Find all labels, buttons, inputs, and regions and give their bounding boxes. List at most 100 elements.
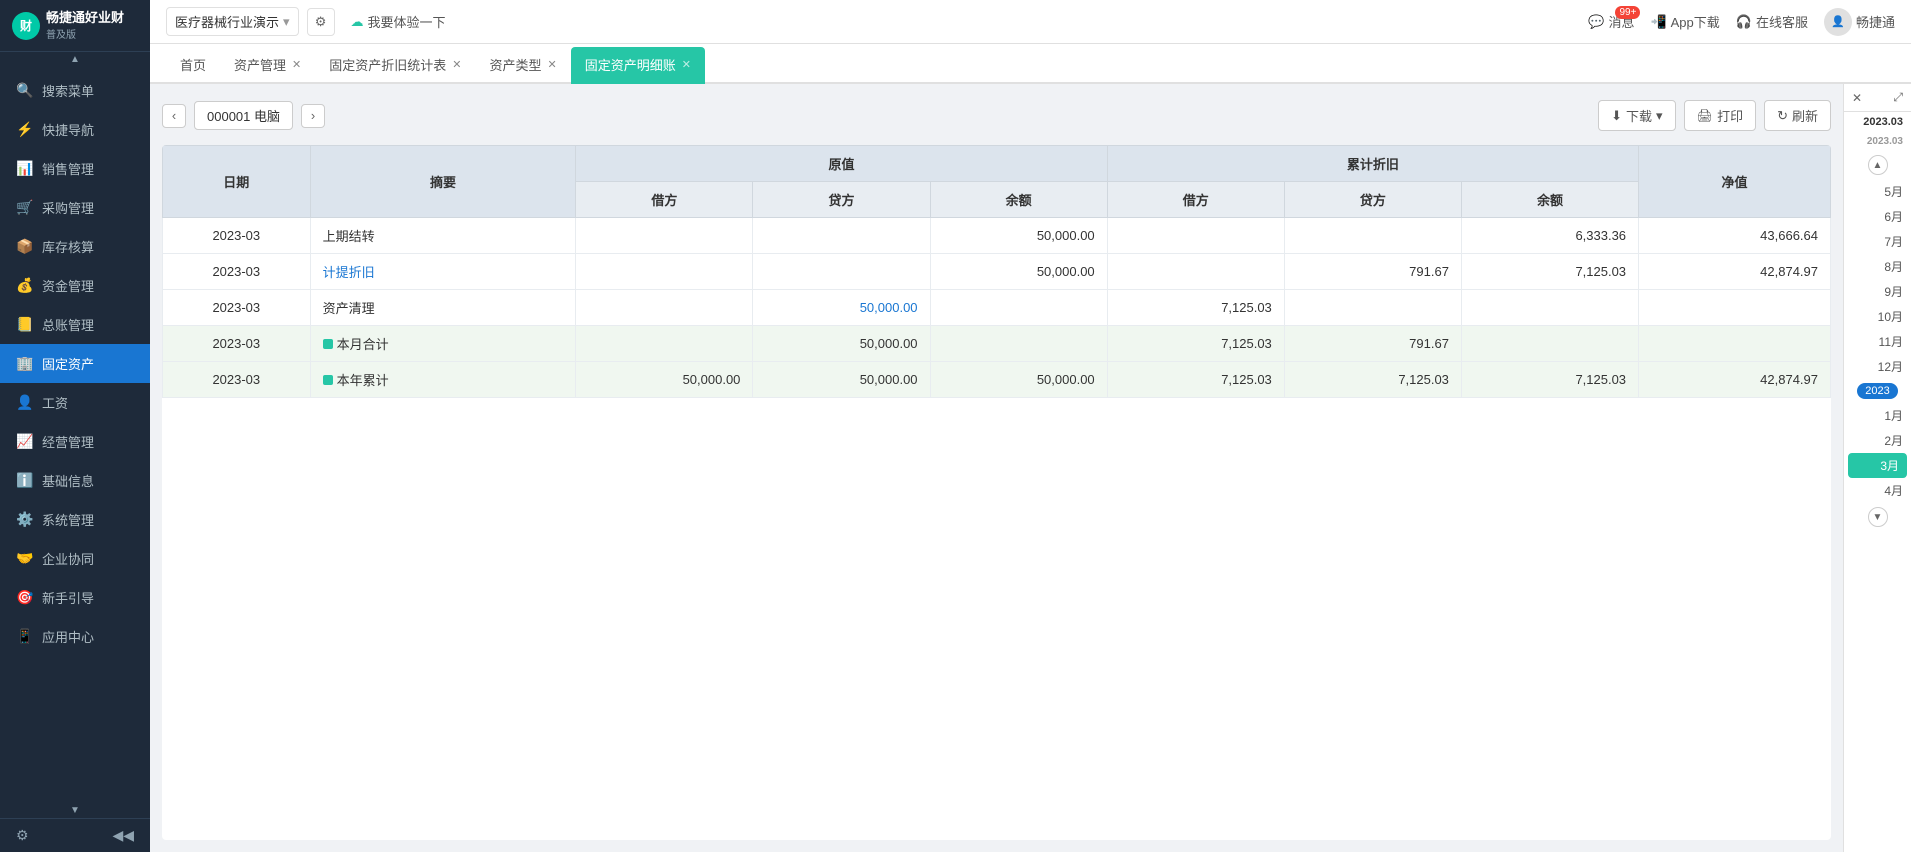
sidebar-item-appcenter[interactable]: 📱 应用中心 bbox=[0, 617, 150, 656]
person-icon: 👤 bbox=[16, 394, 34, 411]
cell-date: 2023-03 bbox=[163, 254, 311, 290]
download-button[interactable]: ⬇ 下载 ▾ bbox=[1598, 100, 1675, 131]
month-label: 8月 bbox=[1884, 258, 1903, 275]
month-item-4[interactable]: 4月 bbox=[1844, 478, 1911, 503]
tab-asset-management[interactable]: 资产管理 ✕ bbox=[220, 47, 315, 84]
month-item-11[interactable]: 11月 bbox=[1844, 329, 1911, 354]
box-icon: 📦 bbox=[16, 238, 34, 255]
month-item-1[interactable]: 1月 bbox=[1844, 403, 1911, 428]
cell-dep-balance: 6,333.36 bbox=[1461, 218, 1638, 254]
sidebar-bottom: ⚙ ◀◀ bbox=[0, 818, 150, 852]
month-item-6[interactable]: 6月 bbox=[1844, 204, 1911, 229]
sidebar-item-ledger[interactable]: 📒 总账管理 bbox=[0, 305, 150, 344]
print-icon: 🖨 bbox=[1697, 108, 1714, 124]
month-scroll-down[interactable]: ▼ bbox=[1868, 507, 1888, 527]
sidebar-item-quicknav[interactable]: ⚡ 快捷导航 bbox=[0, 110, 150, 149]
online-service-button[interactable]: 🎧 在线客服 bbox=[1736, 12, 1808, 31]
sidebar-item-label: 采购管理 bbox=[42, 198, 94, 217]
tab-close-icon[interactable]: ✕ bbox=[548, 58, 557, 71]
logo-text: 畅捷通好业财 bbox=[46, 10, 124, 26]
month-item-9[interactable]: 9月 bbox=[1844, 279, 1911, 304]
col-orig-credit: 贷方 bbox=[753, 182, 930, 218]
sidebar-item-label: 快捷导航 bbox=[42, 120, 94, 139]
tab-label: 资产类型 bbox=[489, 55, 541, 74]
sidebar-item-sales[interactable]: 📊 销售管理 bbox=[0, 149, 150, 188]
cell-orig-debit: 50,000.00 bbox=[576, 362, 753, 398]
gear-icon: ⚙️ bbox=[16, 511, 34, 528]
cell-date: 2023-03 bbox=[163, 326, 311, 362]
month-item-7[interactable]: 7月 bbox=[1844, 229, 1911, 254]
cell-date: 2023-03 bbox=[163, 362, 311, 398]
sidebar-item-basicinfo[interactable]: ℹ️ 基础信息 bbox=[0, 461, 150, 500]
sidebar-item-newbie[interactable]: 🎯 新手引导 bbox=[0, 578, 150, 617]
cell-net-value bbox=[1639, 290, 1831, 326]
sidebar-scroll-up[interactable]: ▲ bbox=[70, 54, 80, 65]
cell-net-value: 42,874.97 bbox=[1639, 254, 1831, 290]
prev-asset-button[interactable]: ‹ bbox=[162, 104, 186, 128]
cell-dep-credit bbox=[1284, 218, 1461, 254]
sidebar-item-search[interactable]: 🔍 搜索菜单 bbox=[0, 71, 150, 110]
refresh-button[interactable]: ↻ 刷新 bbox=[1764, 100, 1831, 131]
tab-home[interactable]: 首页 bbox=[166, 47, 220, 84]
month-item-12[interactable]: 12月 bbox=[1844, 354, 1911, 379]
month-item-8[interactable]: 8月 bbox=[1844, 254, 1911, 279]
sidebar-item-cooperation[interactable]: 🤝 企业协同 bbox=[0, 539, 150, 578]
cell-summary[interactable]: 计提折旧 bbox=[310, 254, 576, 290]
month-item-10[interactable]: 10月 bbox=[1844, 304, 1911, 329]
tab-asset-type[interactable]: 资产类型 ✕ bbox=[475, 47, 570, 84]
sidebar-item-label: 库存核算 bbox=[42, 237, 94, 256]
collapse-icon[interactable]: ◀◀ bbox=[112, 827, 134, 844]
tab-close-icon[interactable]: ✕ bbox=[682, 58, 691, 71]
tab-depreciation-stats[interactable]: 固定资产折旧统计表 ✕ bbox=[315, 47, 475, 84]
year-marker-2023[interactable]: 2023 bbox=[1857, 383, 1897, 399]
cell-orig-balance: 50,000.00 bbox=[930, 218, 1107, 254]
sidebar-item-label: 工资 bbox=[42, 393, 68, 412]
sidebar-item-finance[interactable]: 💰 资金管理 bbox=[0, 266, 150, 305]
tab-asset-ledger[interactable]: 固定资产明细账 ✕ bbox=[571, 47, 705, 84]
month-scroll-up[interactable]: ▲ bbox=[1868, 155, 1888, 175]
tab-close-icon[interactable]: ✕ bbox=[292, 58, 301, 71]
refresh-label: 刷新 bbox=[1792, 106, 1818, 125]
settings-button[interactable]: ⚙ bbox=[307, 8, 335, 36]
next-asset-button[interactable]: › bbox=[301, 104, 325, 128]
sidebar-item-label: 资金管理 bbox=[42, 276, 94, 295]
month-label: 4月 bbox=[1884, 482, 1903, 499]
chevron-down-icon: ▾ bbox=[1656, 108, 1663, 124]
tab-label: 资产管理 bbox=[234, 55, 286, 74]
avatar: 👤 bbox=[1824, 8, 1852, 36]
sidebar-item-business[interactable]: 📈 经营管理 bbox=[0, 422, 150, 461]
sidebar-nav: 🔍 搜索菜单 ⚡ 快捷导航 📊 销售管理 🛒 采购管理 📦 库存核算 💰 资金管… bbox=[0, 67, 150, 803]
settings-icon[interactable]: ⚙ bbox=[16, 827, 29, 844]
sidebar-item-system[interactable]: ⚙️ 系统管理 bbox=[0, 500, 150, 539]
download-label: 下载 bbox=[1626, 106, 1652, 125]
cell-net-value bbox=[1639, 326, 1831, 362]
sidebar-scroll-down[interactable]: ▼ bbox=[70, 805, 80, 816]
month-label: 5月 bbox=[1884, 183, 1903, 200]
cell-orig-balance bbox=[930, 290, 1107, 326]
month-item-5[interactable]: 5月 bbox=[1844, 179, 1911, 204]
expand-panel-icon[interactable]: ⤢ bbox=[1893, 90, 1903, 105]
month-item-3[interactable]: 3月 bbox=[1848, 453, 1907, 478]
app-download-button[interactable]: 📲 App下载 bbox=[1650, 12, 1719, 31]
cell-dep-balance bbox=[1461, 290, 1638, 326]
message-badge: 99+ bbox=[1615, 6, 1640, 19]
sidebar-item-label: 固定资产 bbox=[42, 354, 94, 373]
company-selector[interactable]: 医疗器械行业演示 ▾ bbox=[166, 7, 299, 36]
user-menu[interactable]: 👤 畅捷通 bbox=[1824, 8, 1895, 36]
print-button[interactable]: 🖨 打印 bbox=[1684, 100, 1757, 131]
table-row: 2023-03 上期结转 50,000.00 6,333.36 43,666.6… bbox=[163, 218, 1831, 254]
close-panel-icon[interactable]: ✕ bbox=[1852, 91, 1862, 105]
tab-close-icon[interactable]: ✕ bbox=[452, 58, 461, 71]
sidebar-item-payroll[interactable]: 👤 工资 bbox=[0, 383, 150, 422]
sidebar-item-purchase[interactable]: 🛒 采购管理 bbox=[0, 188, 150, 227]
sidebar-item-fixedasset[interactable]: 🏢 固定资产 bbox=[0, 344, 150, 383]
username: 畅捷通 bbox=[1856, 12, 1895, 31]
content: ‹ 000001 电脑 › ⬇ 下载 ▾ 🖨 打印 ↻ 刷新 bbox=[150, 84, 1911, 852]
sidebar-item-inventory[interactable]: 📦 库存核算 bbox=[0, 227, 150, 266]
message-button[interactable]: 💬 消息 99+ bbox=[1588, 12, 1634, 31]
table-row: 2023-03 资产清理 50,000.00 7,125.03 bbox=[163, 290, 1831, 326]
month-label: 12月 bbox=[1878, 358, 1903, 375]
trend-icon: 📈 bbox=[16, 433, 34, 450]
experience-text[interactable]: 我要体验一下 bbox=[368, 12, 446, 31]
month-item-2[interactable]: 2月 bbox=[1844, 428, 1911, 453]
